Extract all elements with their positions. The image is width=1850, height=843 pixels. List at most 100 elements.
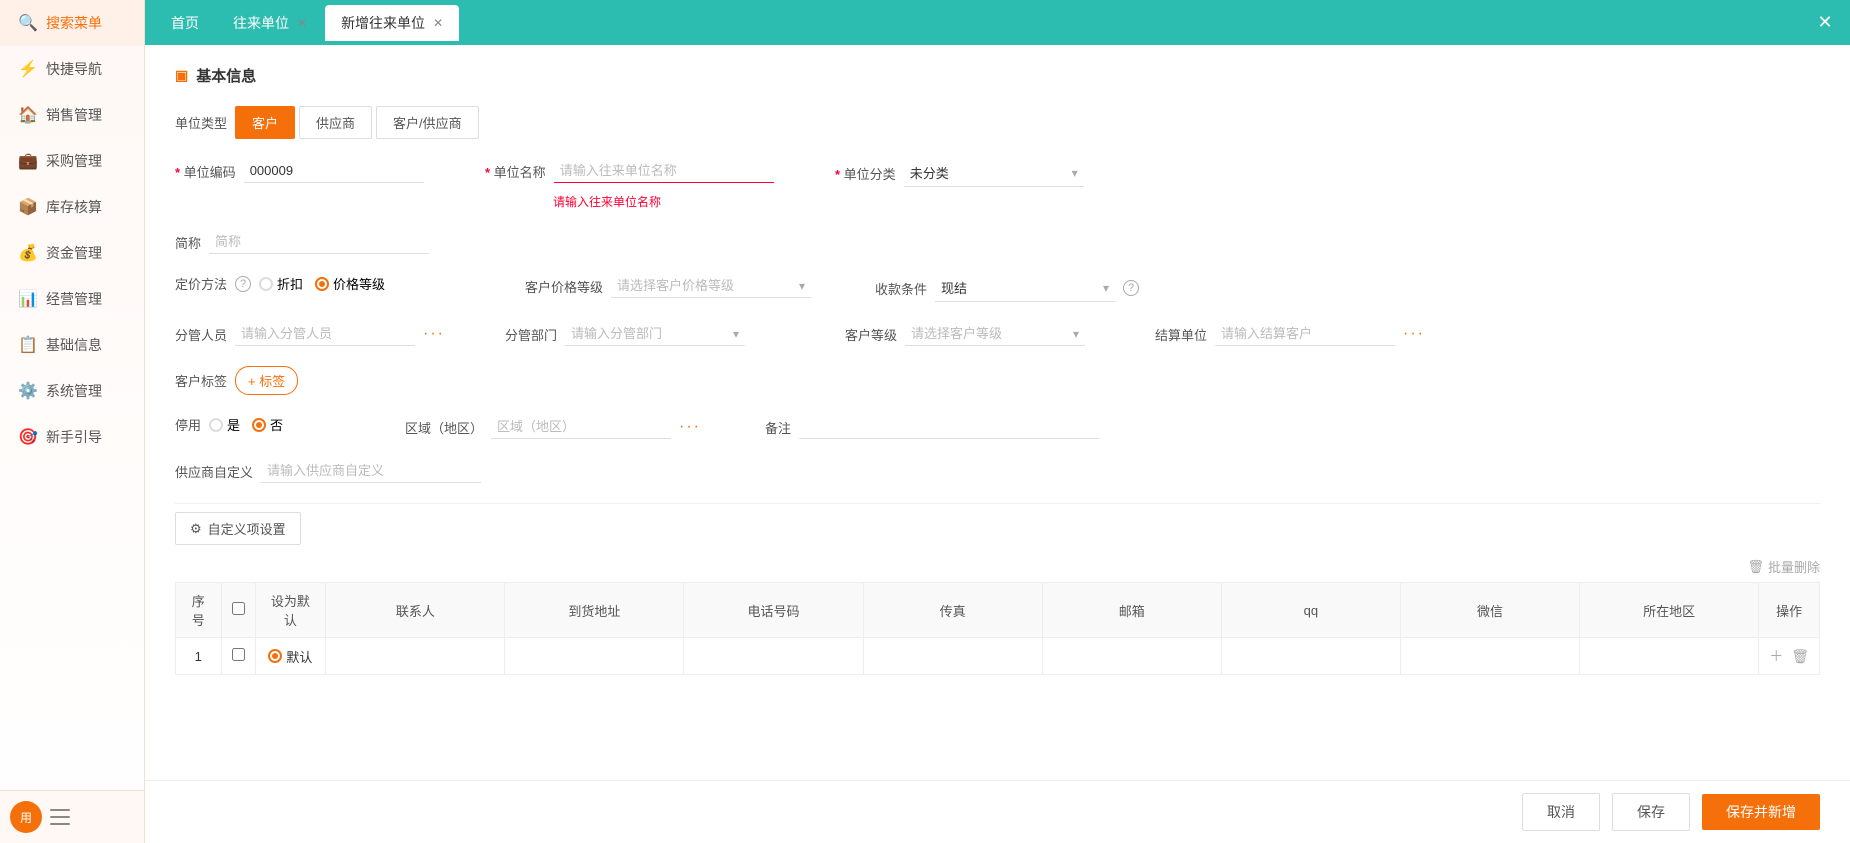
default-radio[interactable]: 默认	[266, 647, 316, 666]
customer-level-select-wrapper[interactable]: ▾	[905, 322, 1085, 346]
basic-info-icon: 📋	[18, 335, 38, 355]
finance-icon: 💰	[18, 243, 38, 263]
row-checkbox[interactable]	[232, 648, 245, 661]
customer-level-input[interactable]	[905, 322, 1085, 346]
region-label: 区域（地区）	[405, 418, 483, 437]
payment-value: 现结	[935, 274, 1115, 302]
radio-price-level[interactable]: 价格等级	[315, 274, 385, 293]
remark-input[interactable]	[799, 415, 1099, 439]
radio-discount[interactable]: 折扣	[259, 274, 303, 293]
customer-price-item: 客户价格等级 ▾	[525, 274, 845, 298]
cell-weixin[interactable]	[1401, 638, 1580, 675]
cancel-button[interactable]: 取消	[1522, 793, 1600, 831]
save-and-new-button[interactable]: 保存并新增	[1702, 794, 1820, 830]
fax-input[interactable]	[874, 649, 1032, 664]
abbr-input[interactable]	[209, 230, 429, 254]
region-more-btn[interactable]: ···	[679, 418, 701, 436]
tab-vendor-list[interactable]: 往来单位 ✕	[217, 5, 323, 41]
sidebar-bottom: 用	[0, 790, 144, 843]
email-input[interactable]	[1053, 649, 1211, 664]
payment-help-icon[interactable]: ?	[1123, 280, 1139, 296]
table-row: 1 默认	[176, 638, 1820, 675]
sidebar-item-system[interactable]: ⚙️ 系统管理	[0, 368, 144, 414]
type-btn-both[interactable]: 客户/供应商	[376, 106, 479, 139]
save-button[interactable]: 保存	[1612, 793, 1690, 831]
pricing-label: 定价方法	[175, 274, 227, 293]
manager-more-btn[interactable]: ···	[423, 325, 445, 343]
tab-bar: 首页 往来单位 ✕ 新增往来单位 ✕ ✕	[145, 0, 1850, 45]
region-item: 区域（地区） ···	[405, 415, 735, 439]
tab-home[interactable]: 首页	[155, 5, 215, 41]
sidebar-item-inventory[interactable]: 📦 库存核算	[0, 184, 144, 230]
manager-input[interactable]	[235, 322, 415, 346]
qq-input[interactable]	[1232, 649, 1390, 664]
cell-fax[interactable]	[863, 638, 1042, 675]
tab-add-vendor[interactable]: 新增往来单位 ✕	[325, 5, 459, 41]
search-icon: 🔍	[18, 13, 38, 33]
window-close-button[interactable]: ✕	[1810, 8, 1840, 38]
cell-address[interactable]	[505, 638, 684, 675]
main-content: 首页 往来单位 ✕ 新增往来单位 ✕ ✕ ▣ 基本信息 单位类型 客户 供应商 …	[145, 0, 1850, 843]
payment-item: 收款条件 现结 ▾ ?	[875, 274, 1175, 302]
table-head: 序号 设为默认 联系人 到货地址 电话号码 传真 邮箱 qq 微信 所在地区 操…	[176, 583, 1820, 638]
unit-category-label: 单位分类	[835, 164, 896, 183]
col-default: 设为默认	[255, 583, 326, 638]
contact-input[interactable]	[336, 649, 494, 664]
col-address: 到货地址	[505, 583, 684, 638]
department-select-wrapper[interactable]: ▾	[565, 322, 745, 346]
settlement-input[interactable]	[1215, 322, 1395, 346]
customer-price-input[interactable]	[611, 274, 811, 298]
delete-row-btn[interactable]: 🗑	[1791, 648, 1809, 665]
customer-price-select-wrapper[interactable]: ▾	[611, 274, 811, 298]
cell-seq: 1	[176, 638, 222, 675]
manager-row: 分管人员 ··· 分管部门 ▾ 客户等级 ▾	[175, 322, 1820, 346]
abbr-item: 简称	[175, 230, 429, 254]
user-avatar: 用	[10, 801, 42, 833]
pricing-help-icon[interactable]: ?	[235, 276, 251, 292]
cell-contact[interactable]	[326, 638, 505, 675]
unit-code-input[interactable]	[244, 159, 424, 183]
add-tag-button[interactable]: + 标签	[235, 366, 298, 395]
address-input[interactable]	[515, 649, 673, 664]
radio-yes-label: 是	[227, 415, 240, 434]
radio-no[interactable]: 否	[252, 415, 283, 434]
tab-add-vendor-close[interactable]: ✕	[433, 16, 443, 30]
radio-yes[interactable]: 是	[209, 415, 240, 434]
row-actions: ＋ 🗑	[1769, 646, 1809, 666]
delete-icon: 🗑	[1747, 559, 1764, 575]
payment-label: 收款条件	[875, 279, 927, 298]
row-region-input[interactable]	[1590, 649, 1748, 664]
batch-delete-btn[interactable]: 🗑 批量删除	[1747, 557, 1820, 576]
weixin-input[interactable]	[1411, 649, 1569, 664]
unit-name-input[interactable]	[554, 159, 774, 183]
cell-qq[interactable]	[1221, 638, 1400, 675]
settlement-more-btn[interactable]: ···	[1403, 325, 1425, 343]
phone-input[interactable]	[694, 649, 852, 664]
type-btn-customer[interactable]: 客户	[235, 106, 295, 139]
department-input[interactable]	[565, 322, 745, 346]
tab-vendor-list-close[interactable]: ✕	[297, 16, 307, 30]
sidebar-item-sales[interactable]: 🏠 销售管理	[0, 92, 144, 138]
add-row-btn[interactable]: ＋	[1769, 646, 1783, 666]
cell-region[interactable]	[1580, 638, 1759, 675]
type-btn-supplier[interactable]: 供应商	[299, 106, 372, 139]
region-input[interactable]	[491, 415, 671, 439]
sidebar-item-finance[interactable]: 💰 资金管理	[0, 230, 144, 276]
sidebar-item-basic-info[interactable]: 📋 基础信息	[0, 322, 144, 368]
sidebar-item-guide[interactable]: 🎯 新手引导	[0, 414, 144, 460]
select-all-checkbox[interactable]	[232, 602, 245, 615]
disabled-item: 停用 是 否	[175, 415, 375, 434]
cell-email[interactable]	[1042, 638, 1221, 675]
sidebar-item-quick-nav[interactable]: ⚡ 快捷导航	[0, 46, 144, 92]
col-contact: 联系人	[326, 583, 505, 638]
sidebar-item-purchase[interactable]: 💼 采购管理	[0, 138, 144, 184]
cell-phone[interactable]	[684, 638, 863, 675]
menu-toggle[interactable]	[50, 809, 70, 825]
radio-no-label: 否	[270, 415, 283, 434]
custom-settings-button[interactable]: ⚙ 自定义项设置	[175, 512, 301, 545]
sidebar-item-search-menu[interactable]: 🔍 搜索菜单	[0, 0, 144, 46]
operation-icon: 📊	[18, 289, 38, 309]
sidebar-item-operation[interactable]: 📊 经营管理	[0, 276, 144, 322]
supplier-custom-input[interactable]	[261, 459, 481, 483]
code-name-category-row: 单位编码 单位名称 请输入往来单位名称 单位分类 未分类 ▾	[175, 159, 1820, 210]
